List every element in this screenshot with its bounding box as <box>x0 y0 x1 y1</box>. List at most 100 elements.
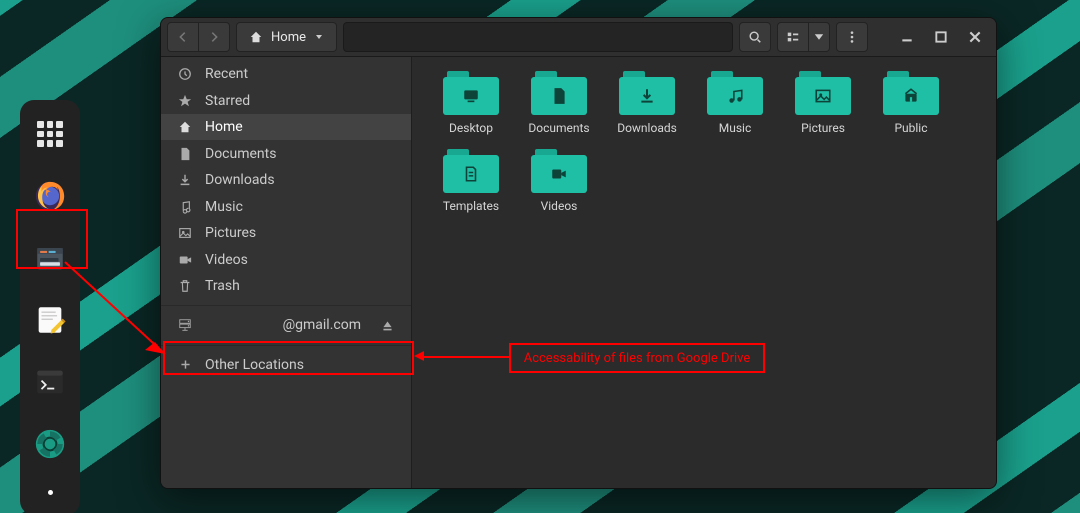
dock-screenshot[interactable] <box>30 424 70 464</box>
sidebar-label-documents: Documents <box>205 146 276 162</box>
sidebar-item-home[interactable]: Home <box>161 114 411 140</box>
clock-icon <box>177 66 193 82</box>
folder-icon <box>795 71 851 115</box>
pictures-icon <box>177 225 193 241</box>
screenshot-icon <box>33 427 67 461</box>
sidebar-label-music: Music <box>205 199 243 215</box>
dock-files[interactable] <box>30 238 70 278</box>
sidebar-item-documents[interactable]: Documents <box>161 140 411 166</box>
dock-terminal[interactable] <box>30 362 70 402</box>
sidebar-item-other-locations[interactable]: Other Locations <box>161 351 411 377</box>
close-icon <box>968 30 982 44</box>
eject-icon <box>381 319 394 332</box>
folder-videos[interactable]: Videos <box>520 149 598 213</box>
sidebar-label-pictures: Pictures <box>205 225 256 241</box>
minimize-icon <box>900 30 914 44</box>
view-options-button[interactable] <box>809 22 830 52</box>
sidebar-separator <box>161 345 411 346</box>
maximize-icon <box>934 30 948 44</box>
folder-label: Downloads <box>617 121 677 135</box>
music-icon <box>177 199 193 215</box>
window-minimize-button[interactable] <box>892 22 922 52</box>
eject-button[interactable] <box>379 317 395 333</box>
sidebar-label-other: Other Locations <box>205 357 304 373</box>
folder-label: Videos <box>541 199 578 213</box>
sidebar-item-pictures[interactable]: Pictures <box>161 220 411 246</box>
nav-back-button[interactable] <box>167 22 199 52</box>
download-icon <box>177 172 193 188</box>
folder-public[interactable]: Public <box>872 71 950 135</box>
home-icon <box>249 30 263 44</box>
annotation-label: Accessability of files from Google Drive <box>509 343 765 373</box>
arrow-right-icon <box>207 30 221 44</box>
sidebar-separator <box>161 305 411 306</box>
sidebar-item-videos[interactable]: Videos <box>161 246 411 272</box>
folder-label: Templates <box>443 199 499 213</box>
annotation-arrow-horiz <box>423 356 509 358</box>
folder-icon <box>443 71 499 115</box>
folder-pictures[interactable]: Pictures <box>784 71 862 135</box>
document-icon <box>177 146 193 162</box>
sidebar-label-trash: Trash <box>205 278 240 294</box>
folder-desktop[interactable]: Desktop <box>432 71 510 135</box>
hamburger-menu-button[interactable] <box>836 22 868 52</box>
terminal-icon <box>33 365 67 399</box>
sidebar-label-videos: Videos <box>205 252 248 268</box>
home-icon <box>177 119 193 135</box>
folder-label: Desktop <box>449 121 493 135</box>
sidebar-label-downloads: Downloads <box>205 172 275 188</box>
chevron-down-icon <box>812 30 826 44</box>
arrow-left-icon <box>176 30 190 44</box>
search-button[interactable] <box>739 22 771 52</box>
list-view-icon <box>786 30 800 44</box>
sidebar-item-starred[interactable]: Starred <box>161 87 411 113</box>
sidebar-item-music[interactable]: Music <box>161 193 411 219</box>
annotation-arrow-diag <box>65 262 185 362</box>
sidebar-item-downloads[interactable]: Downloads <box>161 167 411 193</box>
folder-icon <box>707 71 763 115</box>
window-maximize-button[interactable] <box>926 22 956 52</box>
kebab-icon <box>845 30 859 44</box>
apps-grid-icon <box>37 121 63 147</box>
content-area[interactable]: Desktop Documents Downloads Music Pictur… <box>412 57 996 488</box>
sidebar-item-recent[interactable]: Recent <box>161 61 411 87</box>
folder-documents[interactable]: Documents <box>520 71 598 135</box>
annotation-arrow-head <box>414 351 424 361</box>
location-entry[interactable] <box>343 22 733 52</box>
firefox-icon <box>33 179 67 213</box>
sidebar-label-starred: Starred <box>205 93 250 109</box>
titlebar: Home <box>161 18 996 57</box>
folder-icon <box>619 71 675 115</box>
window-close-button[interactable] <box>960 22 990 52</box>
folder-templates[interactable]: Templates <box>432 149 510 213</box>
files-window: Home Recent Starred Home Documents Downl… <box>160 17 997 489</box>
dock-text-editor[interactable] <box>30 300 70 340</box>
sidebar-item-trash[interactable]: Trash <box>161 273 411 299</box>
sidebar-label-gdrive: @gmail.com <box>205 317 367 333</box>
folder-label: Music <box>719 121 751 135</box>
dock-firefox[interactable] <box>30 176 70 216</box>
dock-running-indicator <box>48 490 53 495</box>
sidebar: Recent Starred Home Documents Downloads … <box>161 57 412 488</box>
search-icon <box>748 30 762 44</box>
sidebar-label-recent: Recent <box>205 66 248 82</box>
folder-icon <box>883 71 939 115</box>
folder-icon <box>443 149 499 193</box>
show-applications-button[interactable] <box>30 114 70 154</box>
folder-icon <box>531 71 587 115</box>
files-icon <box>33 241 67 275</box>
chevron-down-icon <box>314 32 324 42</box>
folder-downloads[interactable]: Downloads <box>608 71 686 135</box>
sidebar-label-home: Home <box>205 119 243 135</box>
path-home-label: Home <box>271 30 306 45</box>
pathbar[interactable]: Home <box>236 22 337 52</box>
nav-forward-button[interactable] <box>199 22 230 52</box>
star-icon <box>177 93 193 109</box>
folder-music[interactable]: Music <box>696 71 774 135</box>
icon-grid: Desktop Documents Downloads Music Pictur… <box>432 71 976 213</box>
sidebar-item-gdrive[interactable]: @gmail.com <box>161 312 411 338</box>
text-editor-icon <box>33 303 67 337</box>
folder-icon <box>531 149 587 193</box>
view-toggle-button[interactable] <box>777 22 809 52</box>
folder-label: Documents <box>528 121 589 135</box>
